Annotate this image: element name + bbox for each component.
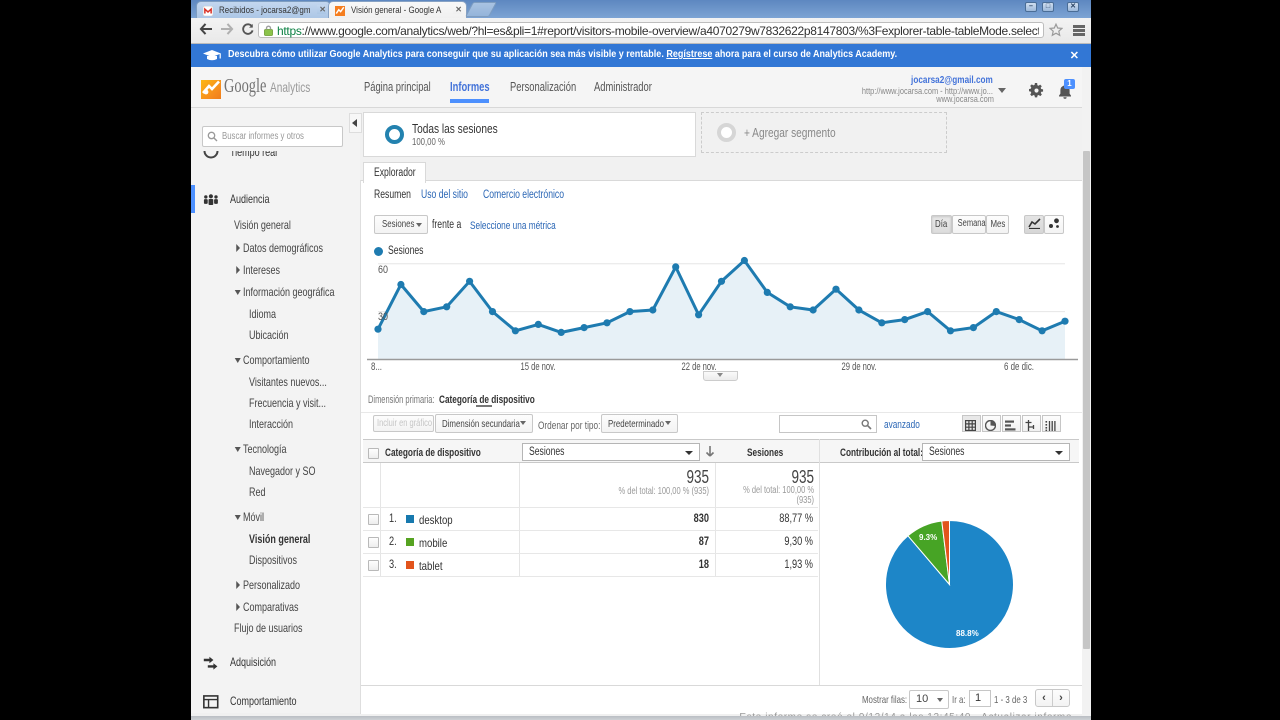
svg-text:60: 60 [378, 264, 388, 276]
svg-text:15 de nov.: 15 de nov. [521, 361, 556, 373]
svg-text:29 de nov.: 29 de nov. [842, 361, 877, 373]
svg-text:6 de dic.: 6 de dic. [1004, 361, 1034, 373]
svg-text:8...: 8... [371, 361, 382, 373]
svg-text:30: 30 [378, 311, 388, 323]
